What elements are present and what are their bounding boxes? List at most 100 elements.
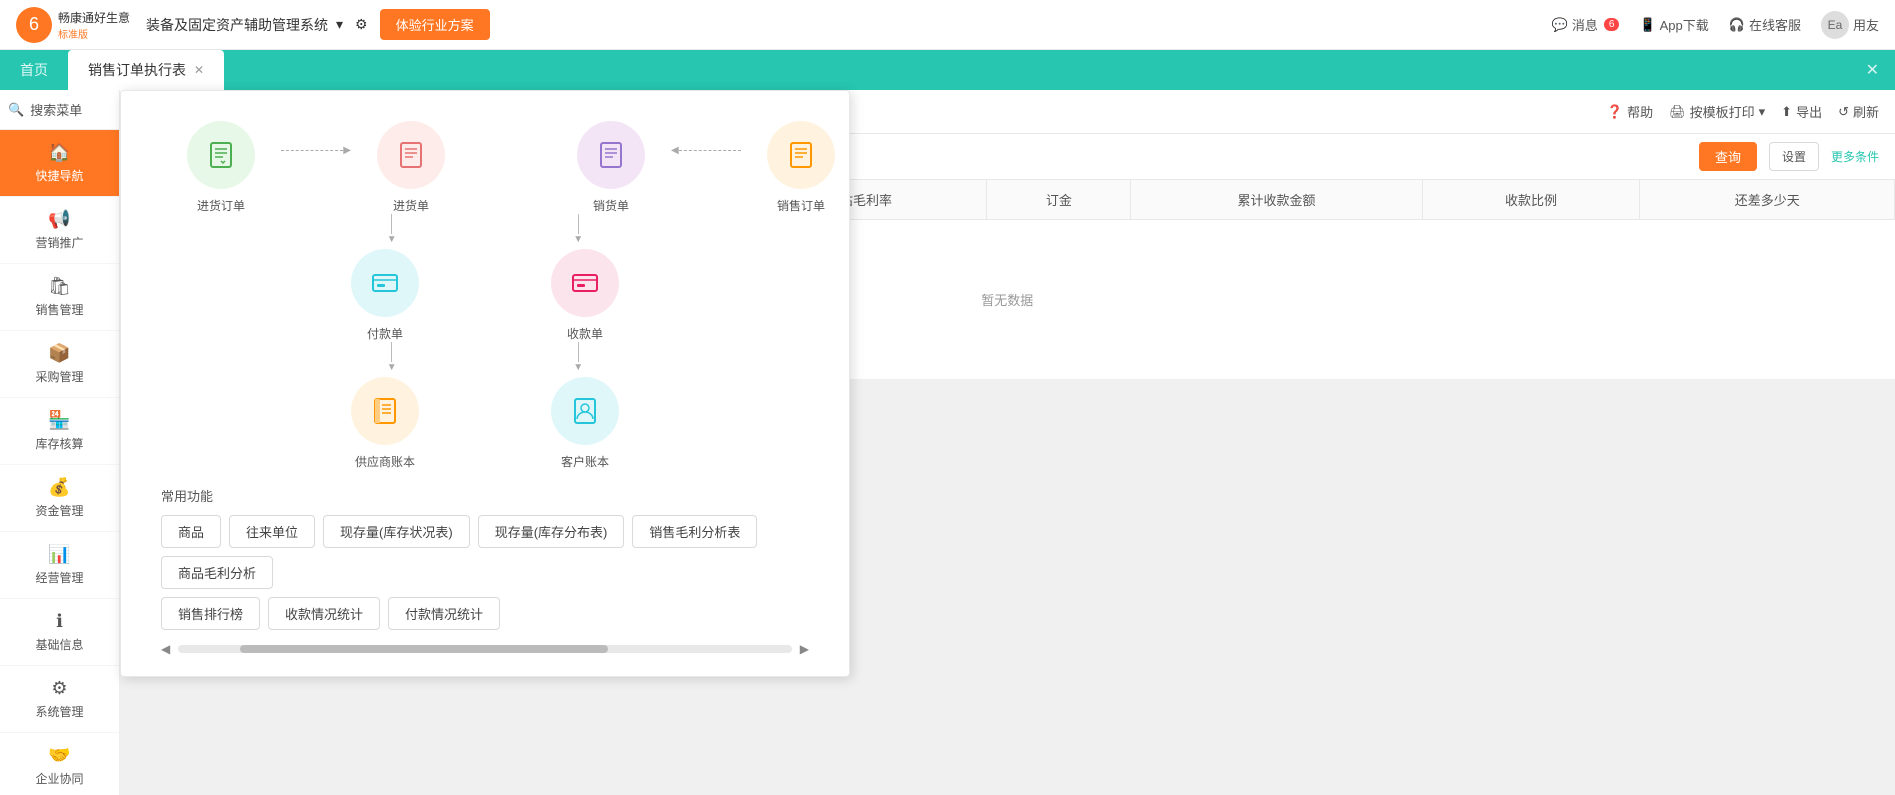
template-print-button[interactable]: 🖨 按模板打印 ▾	[1669, 102, 1765, 121]
phone-icon: 📱	[1639, 17, 1655, 33]
title-dropdown-icon[interactable]: ▾	[336, 16, 343, 33]
operations-icon: 📊	[48, 544, 70, 565]
refresh-icon: ↺	[1838, 104, 1849, 120]
template-print-arrow-icon: ▾	[1759, 104, 1766, 120]
scroll-left-icon[interactable]: ◀	[161, 642, 170, 656]
app-download-button[interactable]: 📱 App下载	[1639, 15, 1708, 34]
arrow-down-pr	[387, 214, 397, 245]
quick-functions-title: 常用功能	[161, 486, 809, 505]
help-button[interactable]: ❓ 帮助	[1607, 102, 1653, 121]
func-btn-sales-rank[interactable]: 销售排行榜	[161, 597, 260, 630]
func-btn-stock-dist[interactable]: 现存量(库存分布表)	[478, 515, 625, 548]
avatar: Ea	[1821, 11, 1849, 39]
try-industry-button[interactable]: 体验行业方案	[380, 9, 490, 40]
sales-icon: 🛍	[48, 276, 71, 297]
customer-ledger-label: 客户账本	[561, 453, 609, 470]
export-icon: ⬆	[1781, 104, 1792, 120]
flow-node-purchase-order[interactable]: 进货订单	[161, 121, 281, 214]
scroll-thumb	[240, 645, 608, 653]
enterprise-icon: 🤝	[48, 745, 70, 766]
headset-icon: 🎧	[1729, 17, 1745, 33]
more-conditions-link[interactable]: 更多条件	[1831, 148, 1879, 165]
sidebar-item-quick-nav[interactable]: 🏠 快捷导航	[0, 130, 119, 197]
arrow-down-payment	[387, 342, 397, 373]
sidebar: 🔍 搜索菜单 🏠 快捷导航 📢 营销推广 🛍 销售管理 📦 采购管理 🏪 库存核…	[0, 90, 120, 795]
logo-text: 畅康通好生意 标准版	[58, 9, 130, 41]
quick-functions-row1: 商品 往来单位 现存量(库存状况表) 现存量(库存分布表) 销售毛利分析表 商品…	[161, 515, 809, 589]
user-menu[interactable]: Ea 用友	[1821, 11, 1879, 39]
message-button[interactable]: 💬 消息 6	[1552, 15, 1620, 34]
sidebar-item-enterprise[interactable]: 🤝 企业协同	[0, 733, 119, 795]
quick-nav-icon: 🏠	[48, 142, 70, 163]
refresh-button[interactable]: ↺ 刷新	[1838, 102, 1879, 121]
flow-node-purchase-receipt[interactable]: 进货单	[351, 121, 471, 214]
sidebar-item-sales[interactable]: 🛍 销售管理	[0, 264, 119, 331]
arrow-down-receipt	[573, 342, 583, 373]
search-menu-item[interactable]: 🔍 搜索菜单	[0, 90, 119, 130]
sidebar-item-inventory[interactable]: 🏪 库存核算	[0, 398, 119, 465]
payment-icon	[351, 249, 419, 317]
tab-home[interactable]: 首页	[0, 50, 68, 90]
sidebar-item-purchase[interactable]: 📦 采购管理	[0, 331, 119, 398]
supplier-ledger-label: 供应商账本	[355, 453, 415, 470]
basic-info-icon: ℹ	[56, 611, 63, 632]
flow-node-receipt[interactable]: 收款单	[525, 249, 645, 342]
settings-icon[interactable]: ⚙	[355, 16, 368, 33]
col-deposit: 订金	[987, 180, 1131, 220]
marketing-icon: 📢	[48, 209, 70, 230]
col-days-remaining: 还差多少天	[1640, 180, 1895, 220]
func-btn-payment-stats[interactable]: 付款情况统计	[388, 597, 500, 630]
flow-node-payment[interactable]: 付款单	[325, 249, 445, 342]
func-btn-product[interactable]: 商品	[161, 515, 221, 548]
sidebar-item-finance[interactable]: 💰 资金管理	[0, 465, 119, 532]
sales-order-icon	[767, 121, 835, 189]
sidebar-item-system[interactable]: ⚙ 系统管理	[0, 666, 119, 733]
flow-node-sales-order-node[interactable]: 销货单	[551, 121, 671, 214]
flow-node-supplier-ledger[interactable]: 供应商账本	[325, 377, 445, 470]
flow-node-customer-ledger[interactable]: 客户账本	[525, 377, 645, 470]
supplier-ledger-icon	[351, 377, 419, 445]
content-area: ❓ 帮助 🖨 按模板打印 ▾ ⬆ 导出 ↺ 刷新 yyyy-mm-dd 📅	[120, 90, 1895, 795]
arrow-po-to-pr: ▶	[281, 121, 351, 156]
func-btn-partners[interactable]: 往来单位	[229, 515, 315, 548]
system-title-text: 装备及固定资产辅助管理系统	[146, 15, 328, 35]
print-icon: 🖨	[1669, 104, 1686, 120]
export-button[interactable]: ⬆ 导出	[1781, 102, 1822, 121]
system-icon: ⚙	[51, 678, 67, 699]
purchase-receipt-label: 进货单	[393, 197, 429, 214]
col-receipt-ratio: 收款比例	[1422, 180, 1640, 220]
quick-functions-row2: 销售排行榜 收款情况统计 付款情况统计	[161, 597, 809, 630]
logo-icon: 6	[16, 7, 52, 43]
tab-bar-close-icon[interactable]: ✕	[1866, 60, 1879, 80]
scroll-right-icon[interactable]: ▶	[800, 642, 809, 656]
scroll-track[interactable]	[178, 645, 792, 653]
online-service-button[interactable]: 🎧 在线客服	[1729, 15, 1801, 34]
settings-btn[interactable]: 设置	[1769, 142, 1819, 171]
message-icon: 💬	[1552, 17, 1568, 33]
flow-node-sales-order[interactable]: 销售订单	[741, 121, 861, 214]
tab-sales-order[interactable]: 销售订单执行表 ✕	[68, 50, 224, 90]
query-button[interactable]: 查询	[1699, 142, 1757, 171]
app-header: 6 畅康通好生意 标准版 装备及固定资产辅助管理系统 ▾ ⚙ 体验行业方案 💬 …	[0, 0, 1895, 50]
func-btn-receipt-stats[interactable]: 收款情况统计	[268, 597, 380, 630]
arrow-down-son	[573, 214, 583, 245]
purchase-order-label: 进货订单	[197, 197, 245, 214]
func-btn-product-margin[interactable]: 商品毛利分析	[161, 556, 273, 589]
tab-close-icon[interactable]: ✕	[194, 63, 204, 77]
sales-order-label: 销售订单	[777, 197, 825, 214]
logo-area: 6 畅康通好生意 标准版	[16, 7, 136, 43]
func-btn-sales-margin[interactable]: 销售毛利分析表	[632, 515, 757, 548]
sidebar-item-basic-info[interactable]: ℹ 基础信息	[0, 599, 119, 666]
sidebar-item-marketing[interactable]: 📢 营销推广	[0, 197, 119, 264]
func-btn-stock-status[interactable]: 现存量(库存状况表)	[323, 515, 470, 548]
sidebar-item-operations[interactable]: 📊 经营管理	[0, 532, 119, 599]
help-icon: ❓	[1607, 104, 1623, 120]
sales-order-node-icon	[577, 121, 645, 189]
flow-diagram: 进货订单 ▶ 进货单	[161, 121, 809, 470]
header-right: 💬 消息 6 📱 App下载 🎧 在线客服 Ea 用友	[1552, 11, 1879, 39]
system-title-area: 装备及固定资产辅助管理系统 ▾ ⚙	[146, 15, 368, 35]
receipt-label: 收款单	[567, 325, 603, 342]
purchase-icon: 📦	[48, 343, 70, 364]
tab-bar: 首页 销售订单执行表 ✕ ✕	[0, 50, 1895, 90]
purchase-receipt-icon	[377, 121, 445, 189]
